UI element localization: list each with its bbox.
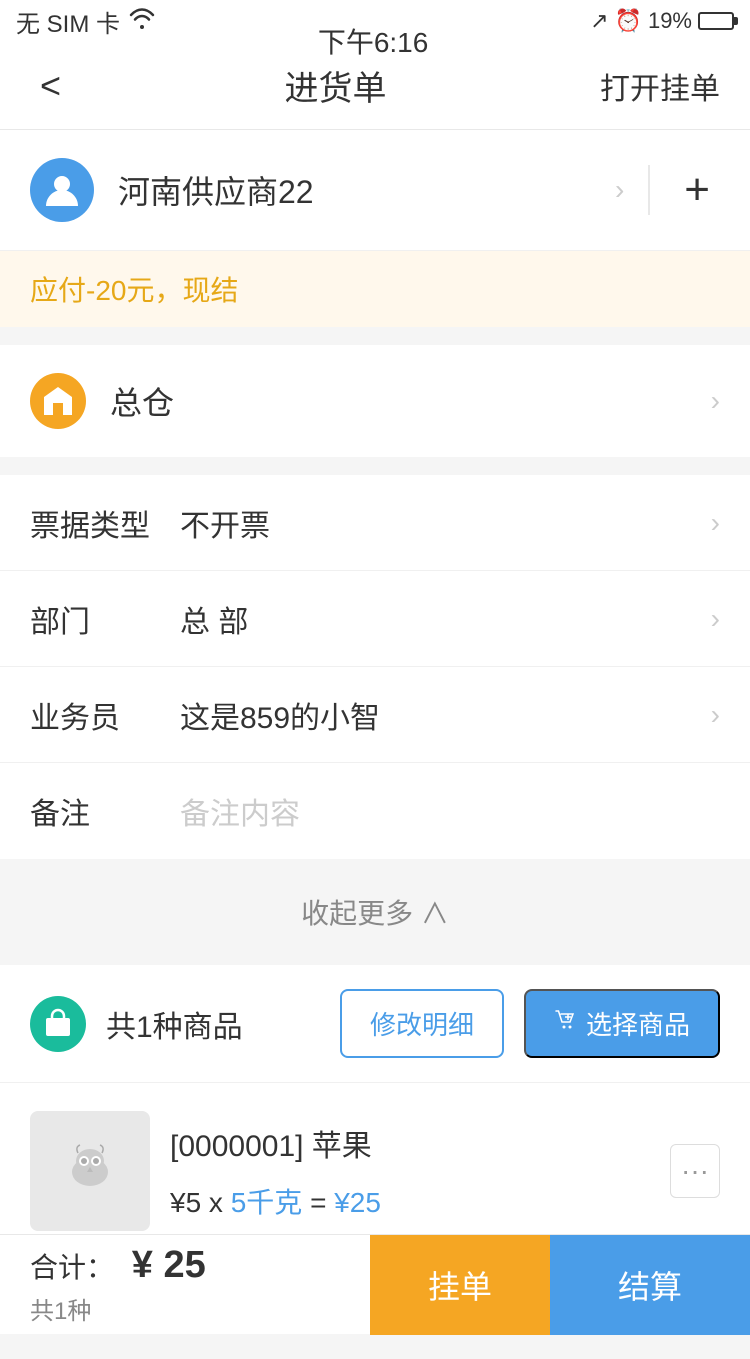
remark-label: 备注 xyxy=(30,789,160,833)
settle-label: 结算 xyxy=(618,1262,682,1308)
invoice-type-label: 票据类型 xyxy=(30,501,160,545)
product-code: [0000001] xyxy=(170,1130,312,1163)
hang-label: 挂单 xyxy=(428,1262,492,1308)
product-section: 共1种商品 修改明细 选择商品 xyxy=(0,965,750,1259)
edit-detail-button[interactable]: 修改明细 xyxy=(340,989,504,1058)
back-button[interactable]: < xyxy=(30,55,71,117)
warehouse-label: 总仓 xyxy=(110,378,711,424)
carrier-text: 无 SIM 卡 xyxy=(16,4,120,39)
location-icon: ↗ xyxy=(590,8,608,34)
wifi-icon xyxy=(128,7,156,36)
battery-icon xyxy=(698,12,734,30)
add-button[interactable]: + xyxy=(674,165,720,215)
owl-icon xyxy=(60,1137,120,1206)
cart-icon xyxy=(554,1008,578,1039)
salesperson-row[interactable]: 业务员 这是859的小智 › xyxy=(0,667,750,763)
equals: = xyxy=(310,1187,334,1218)
status-bar: 无 SIM 卡 下午6:16 ↗ ⏰ 19% xyxy=(0,0,750,42)
supplier-section: 河南供应商22 › + 应付-20元，现结 xyxy=(0,130,750,327)
warehouse-chevron-icon: › xyxy=(711,385,720,417)
total-amount: ¥ 25 xyxy=(132,1244,206,1286)
more-button[interactable]: ··· xyxy=(670,1144,720,1198)
remark-placeholder[interactable]: 备注内容 xyxy=(160,789,720,833)
department-row[interactable]: 部门 总 部 › xyxy=(0,571,750,667)
select-product-button[interactable]: 选择商品 xyxy=(524,989,720,1058)
alarm-icon: ⏰ xyxy=(615,8,642,34)
product-count: 共1种商品 xyxy=(106,1002,320,1046)
product-header: 共1种商品 修改明细 选择商品 xyxy=(0,965,750,1083)
product-title: 苹果 xyxy=(312,1130,372,1163)
product-thumbnail xyxy=(30,1111,150,1231)
invoice-type-value: 不开票 xyxy=(160,501,711,545)
collapse-bar[interactable]: 收起更多 ∧ xyxy=(0,877,750,947)
product-icon xyxy=(30,996,86,1052)
total-price: ¥25 xyxy=(334,1187,381,1218)
product-item: [0000001] 苹果 ¥5 x 5千克 = ¥25 ··· xyxy=(0,1083,750,1259)
footer-total: 合计： ¥ 25 共1种 xyxy=(0,1244,370,1326)
status-right: ↗ ⏰ 19% xyxy=(590,8,734,34)
footer: 合计： ¥ 25 共1种 挂单 结算 xyxy=(0,1234,750,1334)
salesperson-value: 这是859的小智 xyxy=(160,693,711,737)
warehouse-icon xyxy=(30,373,86,429)
product-info: [0000001] 苹果 ¥5 x 5千克 = ¥25 xyxy=(170,1121,650,1221)
collapse-label: 收起更多 ∧ xyxy=(301,892,449,932)
quantity: 5千克 xyxy=(231,1187,303,1218)
supplier-row[interactable]: 河南供应商22 › + xyxy=(0,130,750,251)
notice-banner: 应付-20元，现结 xyxy=(0,251,750,327)
supplier-name: 河南供应商22 xyxy=(118,167,615,213)
unit-price: ¥5 x xyxy=(170,1187,231,1218)
footer-count: 共1种 xyxy=(30,1291,340,1326)
total-label: 合计： xyxy=(30,1252,114,1283)
open-hang-button[interactable]: 打开挂单 xyxy=(600,64,720,108)
hang-button[interactable]: 挂单 xyxy=(370,1235,550,1335)
notice-text: 应付-20元，现结 xyxy=(30,275,238,306)
warehouse-section[interactable]: 总仓 › xyxy=(0,345,750,457)
select-product-label: 选择商品 xyxy=(586,1005,690,1042)
product-name: [0000001] 苹果 xyxy=(170,1121,650,1165)
supplier-divider xyxy=(648,165,650,215)
form-section: 票据类型 不开票 › 部门 总 部 › 业务员 这是859的小智 › 备注 备注… xyxy=(0,475,750,859)
department-label: 部门 xyxy=(30,597,160,641)
supplier-avatar xyxy=(30,158,94,222)
department-chevron-icon: › xyxy=(711,603,720,635)
settle-button[interactable]: 结算 xyxy=(550,1235,750,1335)
product-price: ¥5 x 5千克 = ¥25 xyxy=(170,1181,650,1221)
department-value: 总 部 xyxy=(160,597,711,641)
invoice-type-row[interactable]: 票据类型 不开票 › xyxy=(0,475,750,571)
status-time: 下午6:16 xyxy=(318,21,429,61)
salesperson-label: 业务员 xyxy=(30,693,160,737)
page-title: 进货单 xyxy=(285,61,387,110)
status-left: 无 SIM 卡 xyxy=(16,4,156,39)
supplier-chevron-icon: › xyxy=(615,174,624,206)
battery-percent: 19% xyxy=(648,8,692,34)
salesperson-chevron-icon: › xyxy=(711,699,720,731)
invoice-chevron-icon: › xyxy=(711,507,720,539)
remark-row[interactable]: 备注 备注内容 xyxy=(0,763,750,859)
